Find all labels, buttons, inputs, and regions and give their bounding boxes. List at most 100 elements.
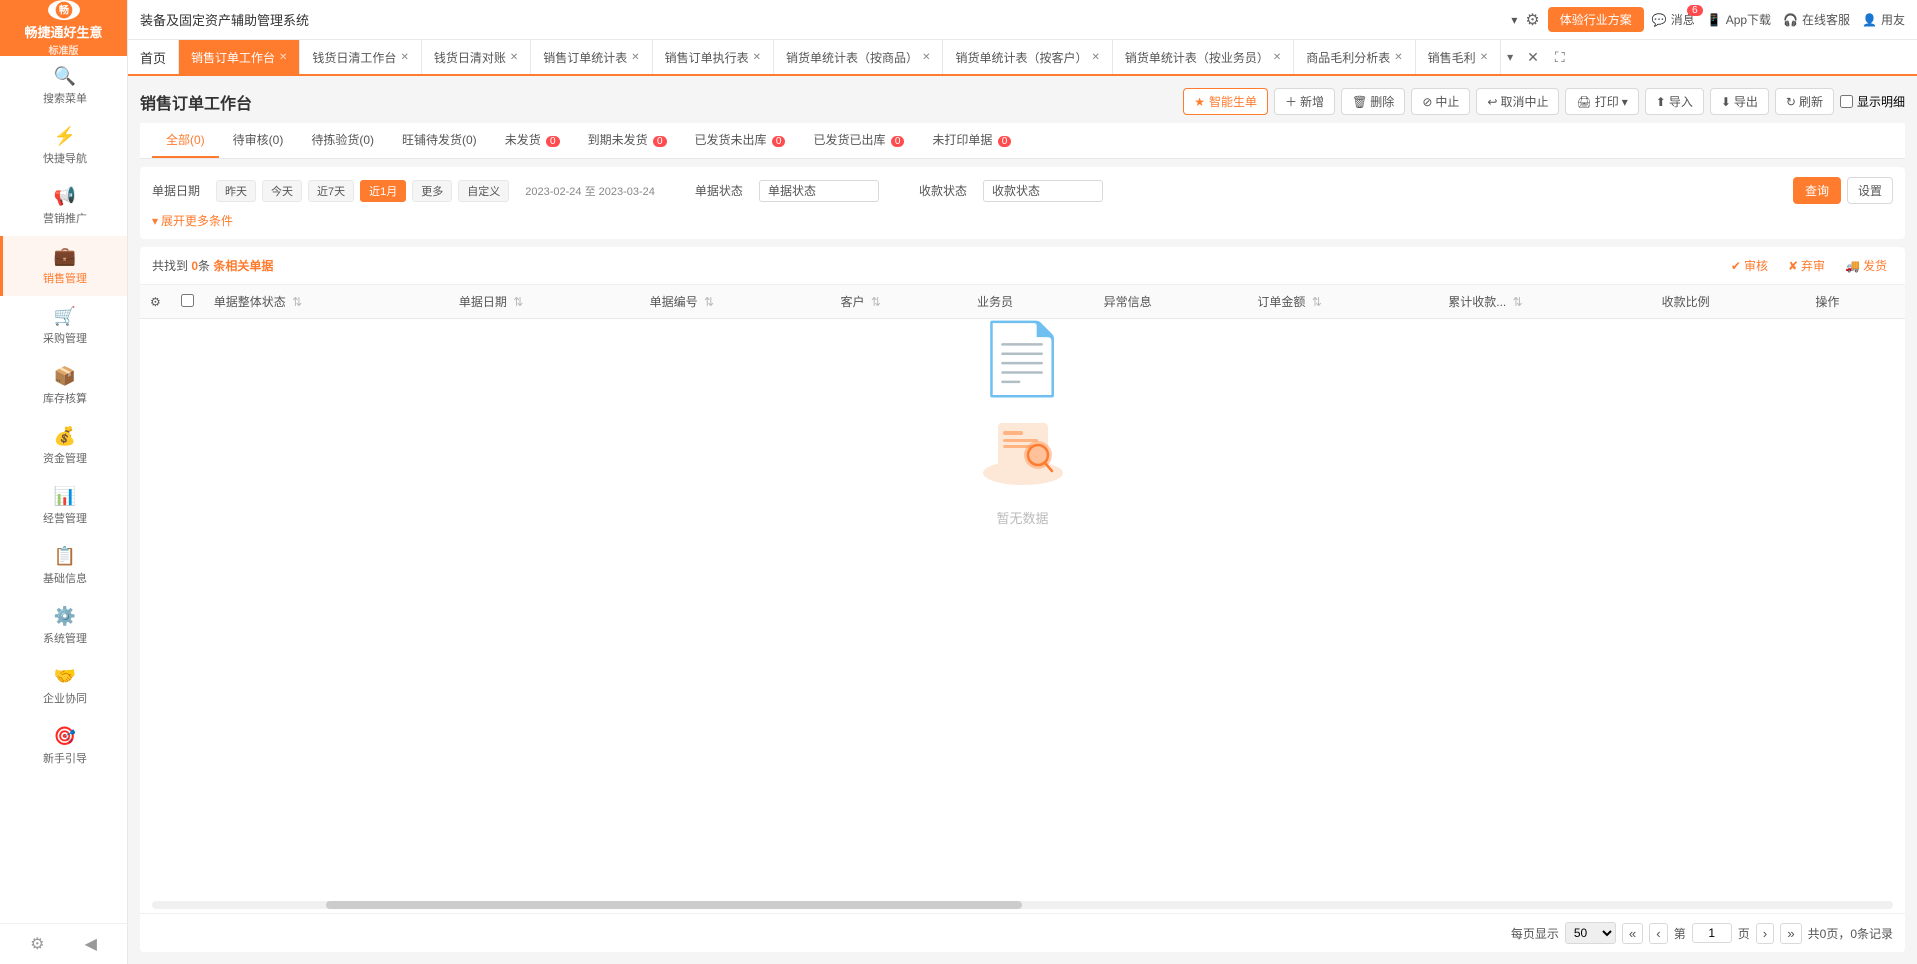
tab-profit-analysis[interactable]: 商品毛利分析表 ✕ bbox=[1294, 40, 1415, 74]
tab-reconcile-close[interactable]: ✕ bbox=[510, 52, 518, 63]
print-btn[interactable]: 🖨 打印 ▾ bbox=[1565, 88, 1638, 115]
sort-icon-customer[interactable]: ⇅ bbox=[871, 295, 881, 309]
sub-tab-undelivered[interactable]: 未发货 0 bbox=[491, 123, 574, 158]
sidebar-item-marketing[interactable]: 📢 营销推广 bbox=[0, 176, 127, 236]
sub-tab-unprinted[interactable]: 未打印单据 0 bbox=[918, 123, 1025, 158]
tab-profit-analysis-close[interactable]: ✕ bbox=[1394, 52, 1402, 63]
user-action[interactable]: 👤 用友 bbox=[1862, 11, 1905, 28]
sidebar-item-purchase[interactable]: 🛒 采购管理 bbox=[0, 296, 127, 356]
tab-daily-clear[interactable]: 钱货日清工作台 ✕ bbox=[300, 40, 421, 74]
sub-tab-overdue[interactable]: 到期未发货 0 bbox=[574, 123, 681, 158]
query-btn[interactable]: 查询 bbox=[1793, 177, 1841, 204]
tab-close-all-btn[interactable]: ✕ bbox=[1519, 40, 1547, 74]
deliver-btn[interactable]: 🚚 发货 bbox=[1839, 255, 1893, 276]
tab-daily-clear-close[interactable]: ✕ bbox=[400, 52, 408, 63]
filter-btn-custom[interactable]: 自定义 bbox=[458, 180, 509, 202]
sub-tab-shipped-not-out[interactable]: 已发货未出库 0 bbox=[681, 123, 800, 158]
sub-tab-pending[interactable]: 待审核(0) bbox=[219, 123, 298, 158]
page-number-input[interactable] bbox=[1692, 923, 1732, 943]
export-btn[interactable]: ⬇ 导出 bbox=[1710, 88, 1769, 115]
filter-status-select[interactable]: 单据状态 bbox=[759, 180, 879, 202]
message-action[interactable]: 💬 消息 6 bbox=[1652, 11, 1695, 28]
tab-sale-profit-close[interactable]: ✕ bbox=[1480, 52, 1488, 63]
delete-btn[interactable]: 🗑 删除 bbox=[1341, 88, 1405, 115]
online-service-action[interactable]: 🎧 在线客服 bbox=[1783, 11, 1850, 28]
topbar-gear-icon[interactable]: ⚙ bbox=[1525, 10, 1539, 30]
tab-sale-product-close[interactable]: ✕ bbox=[922, 52, 930, 63]
tab-sale-staff-close[interactable]: ✕ bbox=[1273, 52, 1281, 63]
star-icon: ★ bbox=[1194, 95, 1205, 109]
tab-sale-product[interactable]: 销货单统计表（按商品） ✕ bbox=[774, 40, 943, 74]
sidebar-item-search[interactable]: 🔍 搜索菜单 bbox=[0, 56, 127, 116]
sort-icon-date[interactable]: ⇅ bbox=[513, 295, 523, 309]
sort-icon-accumulated[interactable]: ⇅ bbox=[1513, 295, 1523, 309]
tab-reconcile[interactable]: 钱货日清对账 ✕ bbox=[422, 40, 531, 74]
sidebar-item-inventory[interactable]: 📦 库存核算 bbox=[0, 356, 127, 416]
show-detail-checkbox[interactable] bbox=[1840, 95, 1853, 108]
sub-tab-inspect[interactable]: 待拣验货(0) bbox=[297, 123, 388, 158]
add-btn[interactable]: ＋ 新增 bbox=[1274, 88, 1335, 115]
tab-sale-customer-label: 销货单统计表（按客户） bbox=[955, 49, 1087, 66]
tab-sale-customer[interactable]: 销货单统计表（按客户） ✕ bbox=[943, 40, 1112, 74]
th-setting[interactable]: ⚙ bbox=[140, 285, 171, 319]
filter-btn-more[interactable]: 更多 bbox=[412, 180, 452, 202]
tab-sales-order[interactable]: 销售订单工作台 ✕ bbox=[179, 40, 300, 74]
table-scroll: ⚙ 单据整体状态 ⇅ 单据日期 ⇅ 单据编号 ⇅ 客户 ⇅ 业务员 异常信息 订… bbox=[140, 285, 1905, 897]
filter-btn-1month[interactable]: 近1月 bbox=[360, 180, 406, 202]
sidebar-item-system[interactable]: ⚙️ 系统管理 bbox=[0, 596, 127, 656]
tab-expand-btn[interactable]: ⛶ bbox=[1547, 40, 1573, 74]
tab-sales-order-close[interactable]: ✕ bbox=[279, 52, 287, 63]
sidebar-item-quicknav[interactable]: ⚡ 快捷导航 bbox=[0, 116, 127, 176]
sidebar-item-basicinfo[interactable]: 📋 基础信息 bbox=[0, 536, 127, 596]
import-btn[interactable]: ⬆ 导入 bbox=[1645, 88, 1704, 115]
th-checkbox[interactable] bbox=[171, 285, 204, 319]
scrollbar-thumb[interactable] bbox=[326, 901, 1022, 909]
filter-btn-today[interactable]: 今天 bbox=[262, 180, 302, 202]
sub-tab-wangpu[interactable]: 旺铺待发货(0) bbox=[388, 123, 491, 158]
sidebar-item-collab[interactable]: 🤝 企业协同 bbox=[0, 656, 127, 716]
tab-sale-customer-close[interactable]: ✕ bbox=[1091, 52, 1099, 63]
tab-overflow-btn[interactable]: ▾ bbox=[1501, 40, 1519, 74]
sort-icon-amount[interactable]: ⇅ bbox=[1312, 295, 1322, 309]
filter-btn-7days[interactable]: 近7天 bbox=[308, 180, 354, 202]
sidebar-item-operations[interactable]: 📊 经营管理 bbox=[0, 476, 127, 536]
sort-icon-number[interactable]: ⇅ bbox=[704, 295, 714, 309]
horizontal-scrollbar[interactable] bbox=[152, 901, 1893, 909]
tab-order-exec-close[interactable]: ✕ bbox=[753, 52, 761, 63]
sidebar-item-finance[interactable]: 💰 资金管理 bbox=[0, 416, 127, 476]
sidebar-settings-icon[interactable]: ⚙ bbox=[30, 934, 44, 954]
tab-sale-profit[interactable]: 销售毛利 ✕ bbox=[1416, 40, 1501, 74]
stop-btn[interactable]: ⊘ 中止 bbox=[1411, 88, 1470, 115]
unaudit-btn[interactable]: ✘ 弃审 bbox=[1782, 255, 1831, 276]
industry-btn[interactable]: 体验行业方案 bbox=[1548, 7, 1644, 32]
tab-order-exec[interactable]: 销售订单执行表 ✕ bbox=[653, 40, 774, 74]
settings-btn[interactable]: 设置 bbox=[1847, 177, 1893, 204]
system-dropdown[interactable]: ▾ bbox=[1511, 13, 1517, 27]
expand-conditions-btn[interactable]: ▾ 展开更多条件 bbox=[152, 212, 233, 229]
prev-page-btn[interactable]: ‹ bbox=[1649, 923, 1667, 944]
tab-order-stats[interactable]: 销售订单统计表 ✕ bbox=[531, 40, 652, 74]
tab-sale-staff[interactable]: 销货单统计表（按业务员） ✕ bbox=[1113, 40, 1294, 74]
sidebar-item-sales[interactable]: 💼 销售管理 bbox=[0, 236, 127, 296]
refresh-btn[interactable]: ↻ 刷新 bbox=[1775, 88, 1834, 115]
tab-sale-product-label: 销货单统计表（按商品） bbox=[786, 49, 918, 66]
sidebar-collapse-icon[interactable]: ◀ bbox=[85, 934, 97, 954]
first-page-btn[interactable]: « bbox=[1622, 923, 1643, 944]
select-all-checkbox[interactable] bbox=[181, 294, 194, 307]
show-detail-label[interactable]: 显示明细 bbox=[1840, 93, 1905, 110]
smart-btn[interactable]: ★ 智能生单 bbox=[1183, 88, 1268, 115]
filter-btn-yesterday[interactable]: 昨天 bbox=[216, 180, 256, 202]
sidebar-item-guide[interactable]: 🎯 新手引导 bbox=[0, 716, 127, 776]
sort-icon-status[interactable]: ⇅ bbox=[292, 295, 302, 309]
cancel-stop-btn[interactable]: ↩ 取消中止 bbox=[1476, 88, 1559, 115]
app-download-action[interactable]: 📱 App下载 bbox=[1707, 11, 1771, 28]
audit-btn[interactable]: ✔ 审核 bbox=[1725, 255, 1774, 276]
sub-tab-shipped-out[interactable]: 已发货已出库 0 bbox=[799, 123, 918, 158]
last-page-btn[interactable]: » bbox=[1780, 923, 1801, 944]
filter-payment-select[interactable]: 收款状态 bbox=[983, 180, 1103, 202]
tab-home[interactable]: 首页 bbox=[128, 40, 179, 74]
tab-order-stats-close[interactable]: ✕ bbox=[631, 52, 639, 63]
sub-tab-all[interactable]: 全部(0) bbox=[152, 123, 219, 158]
page-size-select[interactable]: 50 10 20 100 bbox=[1565, 922, 1616, 944]
next-page-btn[interactable]: › bbox=[1756, 923, 1774, 944]
